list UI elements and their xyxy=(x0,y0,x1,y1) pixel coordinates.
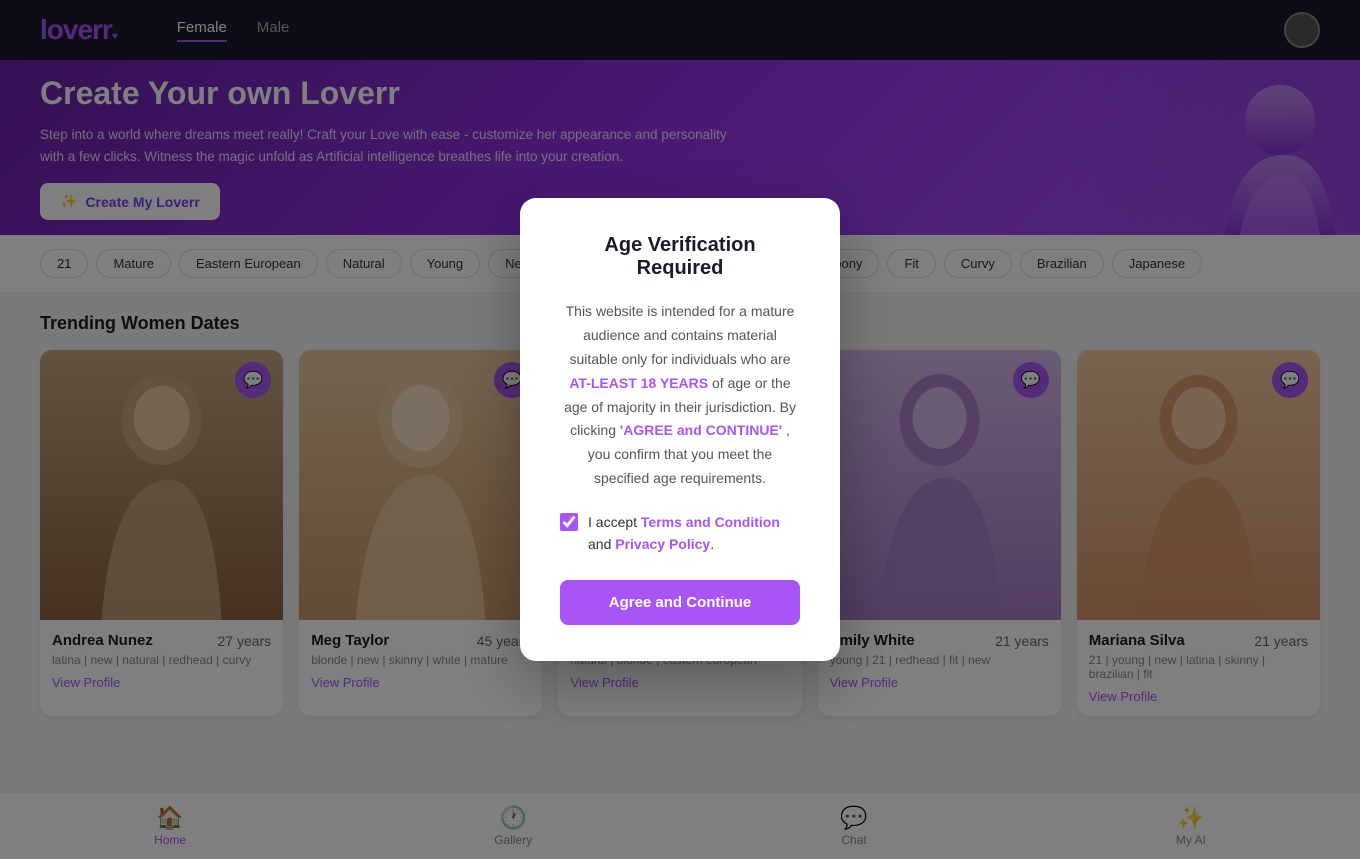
modal-body: This website is intended for a mature au… xyxy=(560,300,800,490)
checkbox-label: I accept Terms and Condition and Privacy… xyxy=(588,511,800,556)
modal-overlay: Age Verification Required This website i… xyxy=(0,0,1360,859)
checkbox-row: I accept Terms and Condition and Privacy… xyxy=(560,511,800,556)
age-verification-modal: Age Verification Required This website i… xyxy=(520,198,840,660)
modal-age-highlight: AT-LEAST 18 YEARS xyxy=(569,375,708,391)
accept-checkbox[interactable] xyxy=(560,513,578,531)
checkbox-prefix: I accept xyxy=(588,514,641,530)
modal-period: . xyxy=(710,536,714,552)
modal-body-text1: This website is intended for a mature au… xyxy=(566,303,795,367)
and-label: and xyxy=(588,536,611,552)
modal-agree-highlight: 'AGREE and CONTINUE' xyxy=(620,422,782,438)
privacy-link[interactable]: Privacy Policy xyxy=(615,536,710,552)
modal-title: Age Verification Required xyxy=(560,234,800,280)
terms-link[interactable]: Terms and Condition xyxy=(641,514,780,530)
agree-continue-button[interactable]: Agree and Continue xyxy=(560,580,800,625)
